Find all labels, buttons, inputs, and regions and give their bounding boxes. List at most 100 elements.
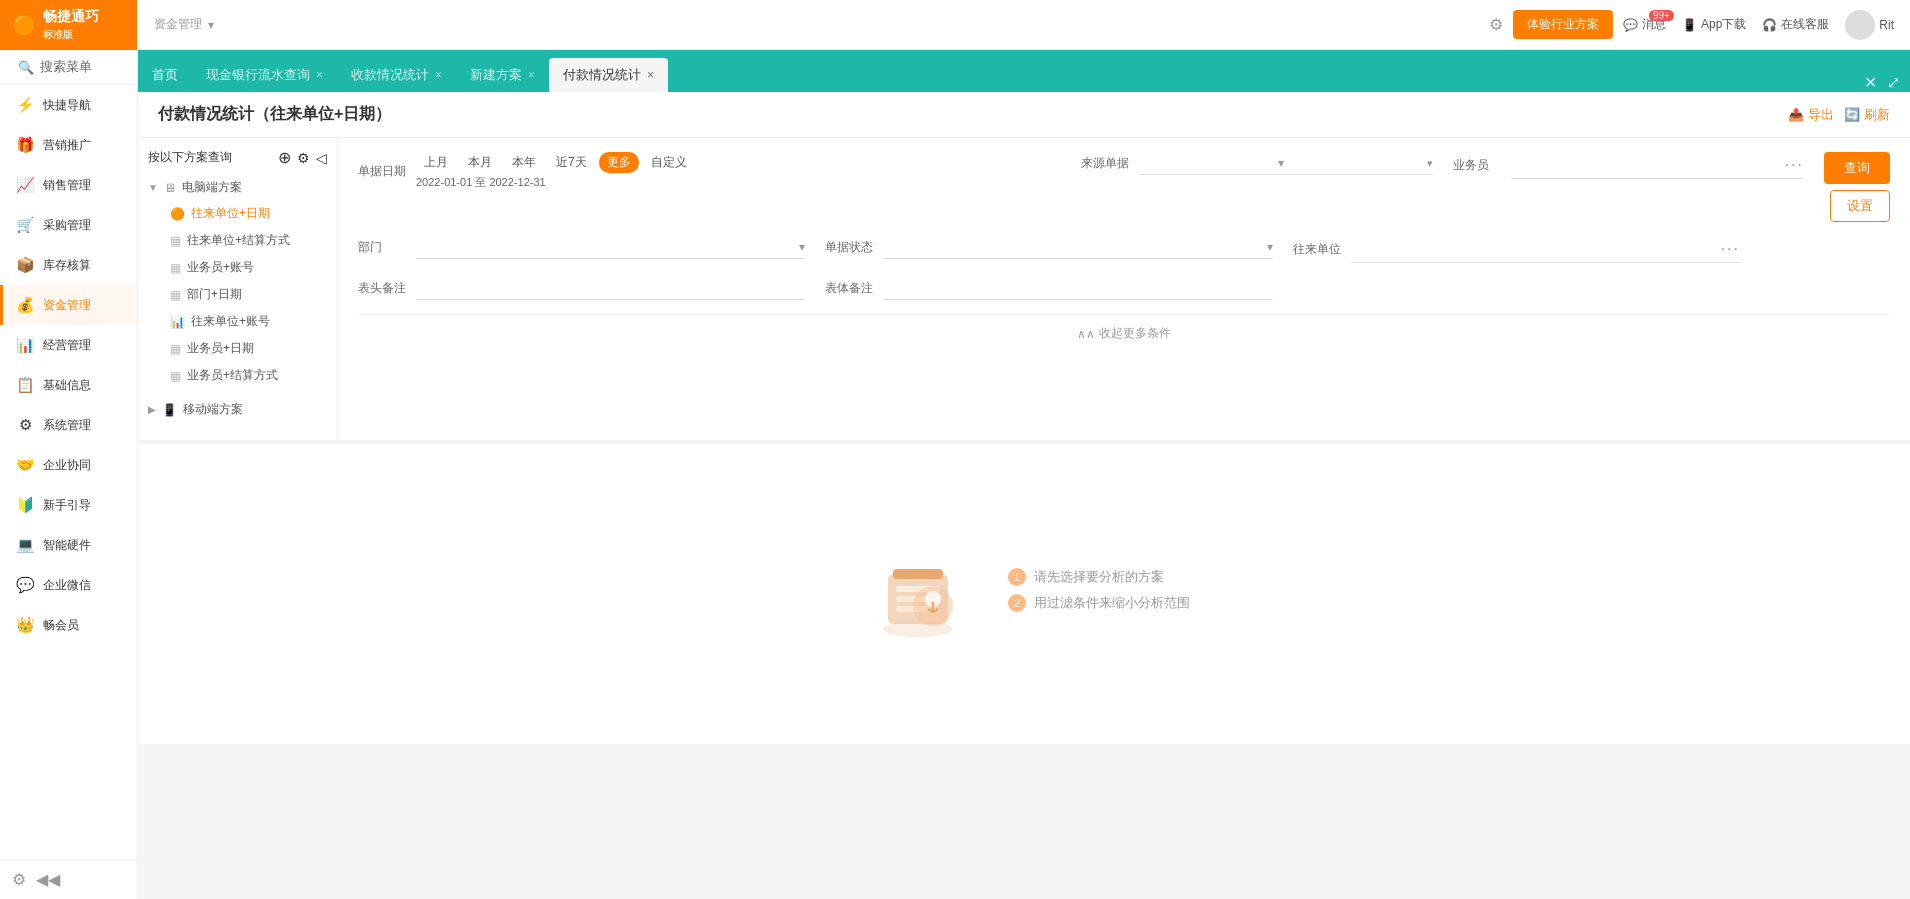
body-note-input[interactable]: [883, 277, 1272, 300]
scheme-item-partner-account[interactable]: 📊 往来单位+账号: [164, 308, 327, 335]
scheme-item-staff-date[interactable]: ▦ 业务员+日期: [164, 335, 327, 362]
header-note-input[interactable]: [416, 277, 805, 300]
scheme-collapse-button[interactable]: ◁: [316, 150, 327, 166]
tab-bank-flow[interactable]: 现金银行流水查询 ×: [192, 58, 337, 92]
collapse-sidebar-icon[interactable]: ◀◀: [36, 870, 60, 889]
tab-home-label: 首页: [152, 66, 178, 84]
date-tab-last-month[interactable]: 上月: [416, 152, 456, 173]
salesperson-dots-btn[interactable]: ···: [1785, 156, 1804, 174]
sidebar-item-operations[interactable]: 📊 经营管理: [0, 325, 137, 365]
sales-icon: 📈: [15, 175, 35, 195]
sidebar-item-quick-nav[interactable]: ⚡ 快捷导航: [0, 85, 137, 125]
tab-receipt-stats-close[interactable]: ×: [435, 68, 442, 82]
scheme-add-button[interactable]: ⊕: [278, 148, 291, 167]
sidebar-item-label: 新手引导: [43, 497, 91, 514]
settings-button[interactable]: 设置: [1830, 190, 1890, 222]
logo-name: 畅捷通巧: [43, 8, 99, 24]
sidebar-item-capital[interactable]: 💰 资金管理: [0, 285, 137, 325]
date-tab-this-year[interactable]: 本年: [504, 152, 544, 173]
export-label: 导出: [1808, 106, 1834, 124]
query-button[interactable]: 查询: [1824, 152, 1890, 184]
sidebar-item-label: 销售管理: [43, 177, 91, 194]
sidebar-item-hardware[interactable]: 💻 智能硬件: [0, 525, 137, 565]
scheme-item-label: 部门+日期: [187, 286, 242, 303]
sidebar-item-label: 智能硬件: [43, 537, 91, 554]
scheme-panel-title: 按以下方案查询: [148, 149, 232, 166]
source-voucher-select[interactable]: ▾: [1139, 152, 1433, 175]
trial-button[interactable]: 体验行业方案: [1513, 10, 1613, 39]
online-service-item[interactable]: 🎧 在线客服: [1762, 16, 1829, 33]
sidebar-item-guide[interactable]: 🔰 新手引导: [0, 485, 137, 525]
messages-badge: 99+: [1649, 10, 1674, 21]
sidebar-item-wechat[interactable]: 💬 企业微信: [0, 565, 137, 605]
system-icon: ⚙: [15, 415, 35, 435]
search-menu[interactable]: 🔍 搜索菜单: [0, 50, 137, 85]
body-note-label: 表体备注: [825, 280, 875, 297]
scheme-item-staff-account[interactable]: ▦ 业务员+账号: [164, 254, 327, 281]
collapse-bar: ∧∧ 收起更多条件: [358, 314, 1890, 352]
scheme-item-partner-settlement[interactable]: ▦ 往来单位+结算方式: [164, 227, 327, 254]
partner-dots-btn[interactable]: ···: [1721, 240, 1740, 258]
tab-new-scheme[interactable]: 新建方案 ×: [456, 58, 549, 92]
app-icon: 📱: [1682, 18, 1697, 32]
scheme-item-partner-date[interactable]: 🟠 往来单位+日期: [164, 200, 327, 227]
dept-arrow: ▾: [799, 240, 805, 254]
dept-select[interactable]: ▾: [416, 236, 805, 259]
empty-state: 1 请先选择要分析的方案 2 用过滤条件来缩小分析范围: [138, 444, 1910, 744]
close-all-icon[interactable]: ✕: [1864, 73, 1877, 92]
refresh-label: 刷新: [1864, 106, 1890, 124]
date-tab-this-month[interactable]: 本月: [460, 152, 500, 173]
scheme-item-dept-date[interactable]: ▦ 部门+日期: [164, 281, 327, 308]
date-tab-last-7days[interactable]: 近7天: [548, 152, 595, 173]
scheme-panel-actions: ⊕ ⚙ ◁: [278, 148, 327, 167]
sidebar-item-inventory[interactable]: 📦 库存核算: [0, 245, 137, 285]
sidebar-item-enterprise[interactable]: 🤝 企业协同: [0, 445, 137, 485]
tab-receipt-stats[interactable]: 收款情况统计 ×: [337, 58, 456, 92]
tab-new-scheme-close[interactable]: ×: [528, 68, 535, 82]
header-note-label: 表头备注: [358, 280, 408, 297]
sidebar-nav: ⚡ 快捷导航 🎁 营销推广 📈 销售管理 🛒 采购管理 📦 库存核算 💰 资金管…: [0, 85, 137, 859]
expand-icon[interactable]: ⤢: [1887, 73, 1900, 92]
service-icon: 🎧: [1762, 18, 1777, 32]
scheme-item-staff-settlement[interactable]: ▦ 业务员+结算方式: [164, 362, 327, 389]
quick-nav-icon: ⚡: [15, 95, 35, 115]
date-tab-custom[interactable]: 自定义: [643, 152, 695, 173]
sidebar-item-sales[interactable]: 📈 销售管理: [0, 165, 137, 205]
dept-label: 部门: [358, 239, 408, 256]
tab-bank-flow-label: 现金银行流水查询: [206, 66, 310, 84]
tab-home[interactable]: 首页: [138, 58, 192, 92]
collapse-button[interactable]: ∧∧ 收起更多条件: [1077, 325, 1171, 342]
sidebar-item-member[interactable]: 👑 畅会员: [0, 605, 137, 645]
scheme-item-label: 往来单位+日期: [191, 205, 270, 222]
topbar: 资金管理 ▾ ⚙ 体验行业方案 💬 消息 99+ 📱 App下载 🎧 在线客服 …: [138, 0, 1910, 50]
export-button[interactable]: 📤 导出: [1788, 106, 1834, 124]
page-header: 付款情况统计（往来单位+日期） 📤 导出 🔄 刷新: [138, 92, 1910, 138]
breadcrumb: 资金管理 ▾: [154, 16, 1479, 33]
sidebar-item-basic[interactable]: 📋 基础信息: [0, 365, 137, 405]
export-icon: 📤: [1788, 107, 1804, 122]
settings-icon[interactable]: ⚙: [1489, 15, 1503, 34]
settings-bottom-icon[interactable]: ⚙: [12, 870, 26, 889]
breadcrumb-dropdown[interactable]: ▾: [208, 18, 214, 32]
mobile-group-title[interactable]: ▶ 📱 移动端方案: [148, 397, 327, 422]
sidebar-item-system[interactable]: ⚙ 系统管理: [0, 405, 137, 445]
tab-payment-stats[interactable]: 付款情况统计 ×: [549, 58, 668, 92]
scheme-item-icon: ▦: [170, 342, 181, 356]
purchase-icon: 🛒: [15, 215, 35, 235]
user-profile[interactable]: Rit: [1845, 10, 1894, 40]
refresh-button[interactable]: 🔄 刷新: [1844, 106, 1890, 124]
wechat-icon: 💬: [15, 575, 35, 595]
sidebar-item-purchase[interactable]: 🛒 采购管理: [0, 205, 137, 245]
date-tab-more[interactable]: 更多: [599, 152, 639, 173]
sidebar-item-marketing[interactable]: 🎁 营销推广: [0, 125, 137, 165]
online-service-label: 在线客服: [1781, 16, 1829, 33]
tab-bank-flow-close[interactable]: ×: [316, 68, 323, 82]
desktop-group-title[interactable]: ▼ 🖥 电脑端方案: [148, 175, 327, 200]
scheme-edit-button[interactable]: ⚙: [297, 150, 310, 166]
voucher-status-select[interactable]: ▾: [883, 236, 1272, 259]
logo-sub: 标准版: [43, 28, 99, 42]
message-icon: 💬: [1623, 18, 1638, 32]
tab-payment-stats-close[interactable]: ×: [647, 68, 654, 82]
messages-item[interactable]: 💬 消息 99+: [1623, 16, 1666, 33]
app-download-item[interactable]: 📱 App下载: [1682, 16, 1746, 33]
